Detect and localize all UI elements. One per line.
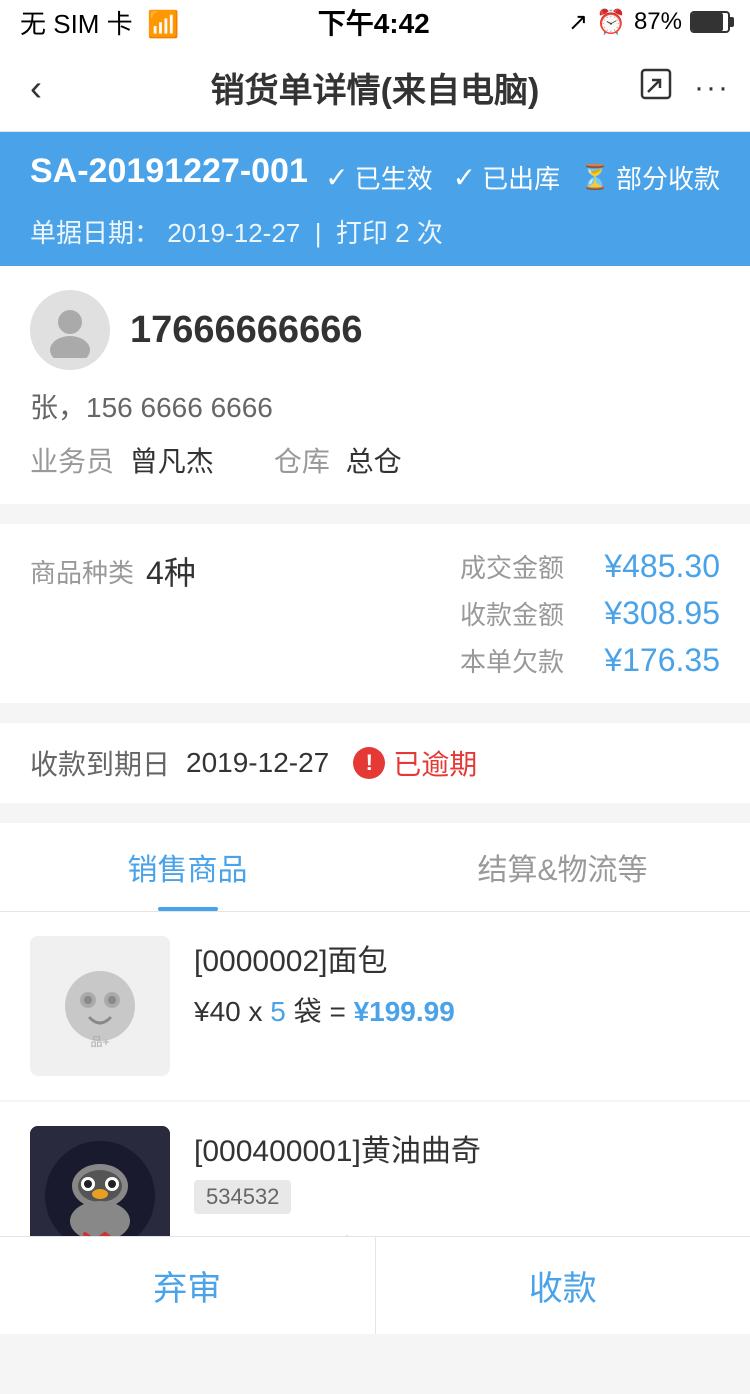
separator-2 — [0, 713, 750, 723]
status-time: 下午4:42 — [318, 2, 430, 42]
tab-products[interactable]: 销售商品 — [0, 823, 375, 911]
overdue-icon: ! — [353, 747, 385, 779]
products-list: 品+ [0000002]面包 ¥40 x 5 袋 = ¥199.99 — [0, 912, 750, 1292]
status-bar: 无 SIM 卡 📶 下午4:42 ↗ ⏰ 87% — [0, 0, 750, 44]
debt-row: 本单欠款 ¥176.35 — [460, 642, 720, 679]
clock-icon: ⏳ — [580, 163, 610, 192]
overdue-text: 已逾期 — [393, 743, 477, 783]
stats-section: 商品种类 4种 成交金额 ¥485.30 收款金额 ¥308.95 本单欠款 ¥… — [0, 524, 750, 703]
page-title: 销货单详情(来自电脑) — [211, 63, 540, 112]
due-section: 收款到期日 2019-12-27 ! 已逾期 — [0, 723, 750, 803]
nav-actions: ··· — [638, 66, 730, 109]
share-button[interactable] — [638, 66, 674, 109]
badge-shipped: ✓ 已出库 — [453, 159, 560, 196]
back-button[interactable]: ‹ — [20, 57, 52, 119]
tabs-container: 销售商品 结算&物流等 — [0, 823, 750, 912]
cancel-review-button[interactable]: 弃审 — [0, 1237, 376, 1334]
bottom-bar: 弃审 收款 — [0, 1236, 750, 1334]
alarm-icon: ⏰ — [596, 8, 626, 37]
stats-right: 成交金额 ¥485.30 收款金额 ¥308.95 本单欠款 ¥176.35 — [460, 548, 720, 679]
product-info-1: [0000002]面包 ¥40 x 5 袋 = ¥199.99 — [194, 936, 720, 1030]
received-row: 收款金额 ¥308.95 — [460, 595, 720, 632]
status-icons: ↗ ⏰ 87% — [568, 8, 730, 37]
warehouse-info: 仓库 总仓 — [274, 440, 402, 480]
collect-payment-button[interactable]: 收款 — [376, 1237, 750, 1334]
check-icon-2: ✓ — [453, 161, 476, 194]
customer-section: 17666666666 张，156 6666 6666 业务员 曾凡杰 仓库 总… — [0, 266, 750, 504]
customer-meta: 业务员 曾凡杰 仓库 总仓 — [30, 440, 720, 480]
order-badges: ✓ 已生效 ✓ 已出库 ⏳ 部分收款 — [325, 159, 720, 196]
header-date-info: 单据日期： 2019-12-27 | 打印 2 次 — [30, 213, 720, 250]
sales-info: 业务员 曾凡杰 — [30, 440, 214, 480]
stats-left: 商品种类 4种 — [30, 548, 460, 594]
product-name-1: [0000002]面包 — [194, 936, 720, 980]
check-icon-1: ✓ — [325, 161, 348, 194]
product-price-1: ¥40 x 5 袋 = ¥199.99 — [194, 990, 720, 1030]
product-thumbnail-1: 品+ — [30, 936, 170, 1076]
badge-partial-payment: ⏳ 部分收款 — [580, 159, 720, 196]
svg-text:品+: 品+ — [90, 1035, 109, 1049]
header-banner: SA-20191227-001 ✓ 已生效 ✓ 已出库 ⏳ 部分收款 单据日期：… — [0, 132, 750, 266]
avatar — [30, 290, 110, 370]
customer-name: 17666666666 — [130, 309, 362, 352]
order-id: SA-20191227-001 — [30, 152, 308, 191]
amount-row: 成交金额 ¥485.30 — [460, 548, 720, 585]
location-icon: ↗ — [568, 8, 588, 37]
nav-bar: ‹ 销货单详情(来自电脑) ··· — [0, 44, 750, 132]
battery-icon — [690, 11, 730, 33]
tab-settlement[interactable]: 结算&物流等 — [375, 823, 750, 911]
separator-3 — [0, 813, 750, 823]
customer-row: 17666666666 — [30, 290, 720, 370]
product-name-2: [000400001]黄油曲奇 — [194, 1126, 720, 1170]
status-carrier: 无 SIM 卡 📶 — [20, 4, 180, 41]
customer-contact: 张，156 6666 6666 — [30, 386, 720, 426]
product-batch-2: 534532 — [194, 1180, 291, 1214]
separator-1 — [0, 514, 750, 524]
tab-underline — [158, 907, 218, 911]
overdue-indicator: ! 已逾期 — [353, 743, 477, 783]
more-button[interactable]: ··· — [694, 71, 730, 105]
badge-effective: ✓ 已生效 — [325, 159, 432, 196]
product-item: 品+ [0000002]面包 ¥40 x 5 袋 = ¥199.99 — [0, 912, 750, 1100]
battery-label: 87% — [634, 8, 682, 36]
